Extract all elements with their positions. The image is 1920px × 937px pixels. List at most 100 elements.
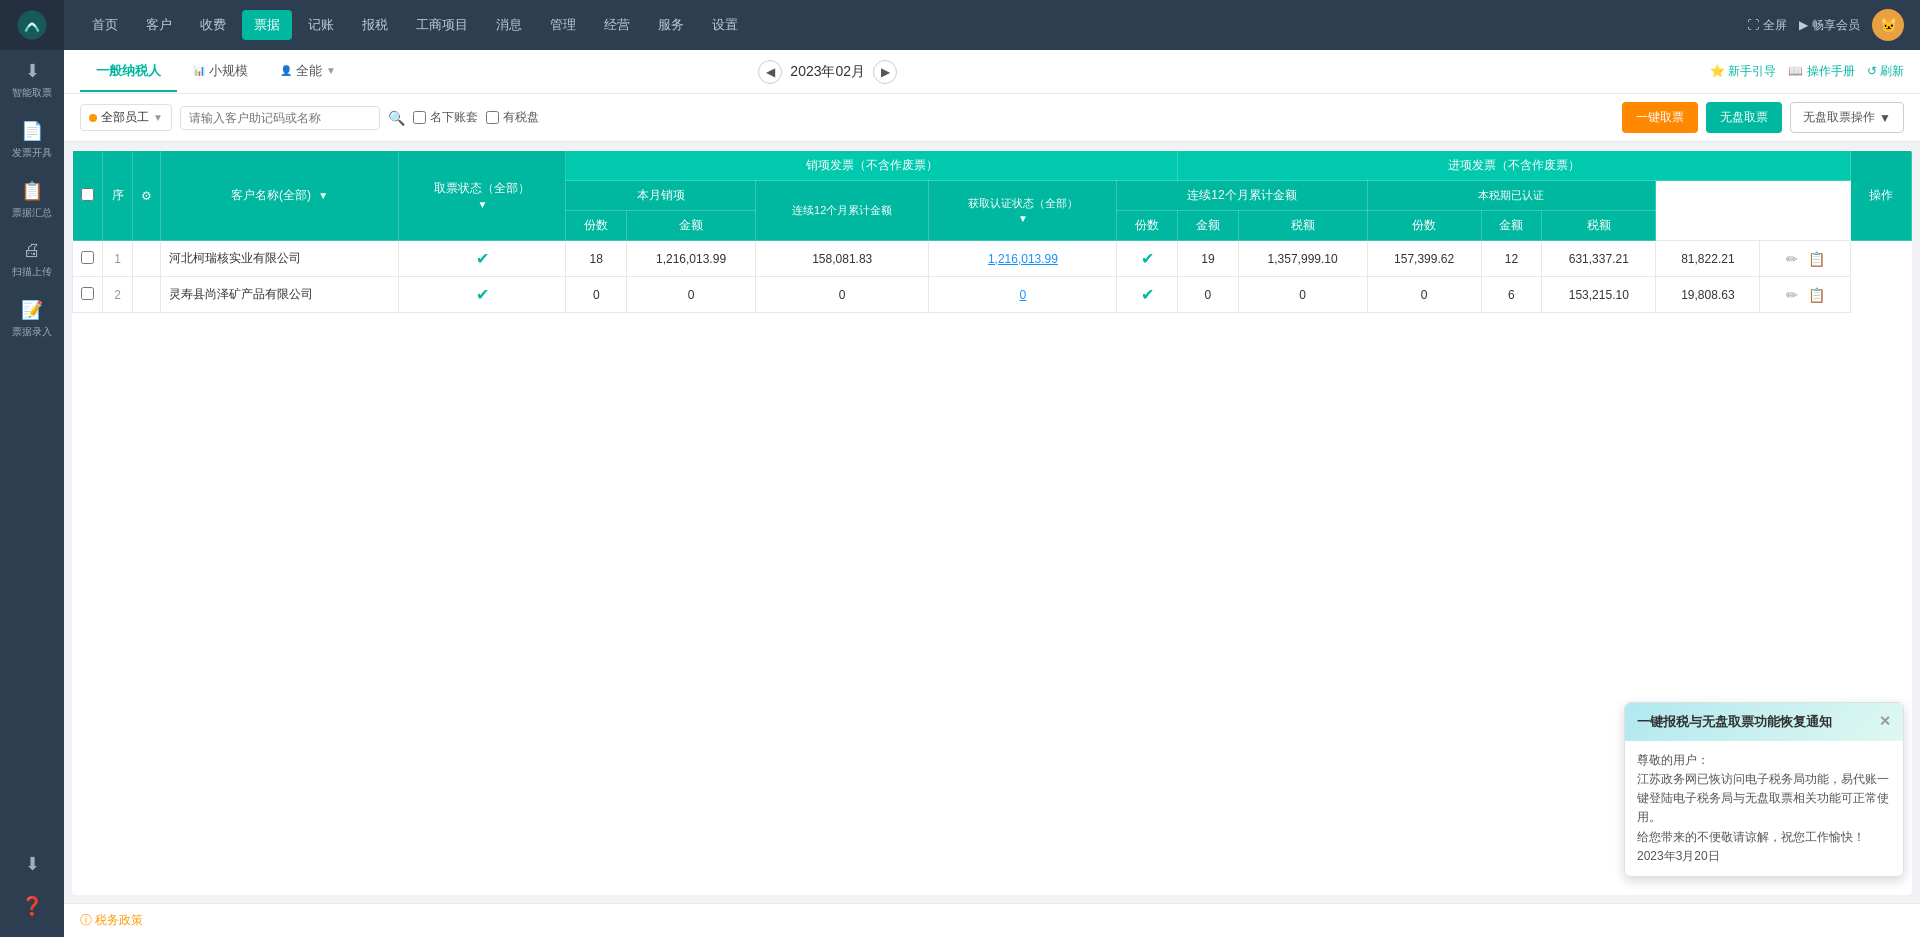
nav-settings[interactable]: 设置: [700, 10, 750, 40]
nav-operation[interactable]: 经营: [592, 10, 642, 40]
col-cert-status: 获取认证状态（全部） ▼: [929, 181, 1117, 241]
smart-fetch-icon: ⬇: [25, 60, 40, 82]
employee-label: 全部员工: [101, 109, 149, 126]
row-checkbox-1[interactable]: [81, 251, 94, 264]
nav-home[interactable]: 首页: [80, 10, 130, 40]
col-cumulative: 连续12个月累计金额: [755, 181, 929, 241]
period-navigator: ◀ 2023年02月 ▶: [758, 60, 897, 84]
prev-period-btn[interactable]: ◀: [758, 60, 782, 84]
row-cert-amount-2: 0: [1238, 277, 1367, 313]
col-group-sales: 销项发票（不含作废票）: [566, 151, 1178, 181]
row-customer-2: 灵寿县尚泽矿产品有限公司: [161, 277, 399, 313]
sidebar-item-help[interactable]: ❓: [0, 885, 64, 927]
col-uncert-amount: 金额: [1481, 211, 1542, 241]
view-btn-1[interactable]: 📋: [1808, 251, 1825, 267]
sidebar-item-download[interactable]: ⬇: [0, 843, 64, 885]
row-sales-amount-2: 0: [627, 277, 756, 313]
fullscreen-btn[interactable]: ⛶ 全屏: [1747, 17, 1787, 34]
row-no-1: 1: [103, 241, 133, 277]
scan-icon: 🖨: [23, 240, 41, 261]
nav-collection[interactable]: 收费: [188, 10, 238, 40]
cert-filter-icon[interactable]: ▼: [1018, 213, 1028, 224]
notification-header: 一键报税与无盘取票功能恢复通知 ✕: [1625, 703, 1903, 741]
nav-tax[interactable]: 报税: [350, 10, 400, 40]
subgroup-monthly-sales: 本月销项: [566, 181, 756, 211]
sidebar-item-invoice-open[interactable]: 📄 发票开具: [0, 110, 64, 170]
sidebar-item-invoice-summary[interactable]: 📋 票据汇总: [0, 170, 64, 230]
settings-icon: ⚙: [141, 189, 152, 203]
tax-checkbox[interactable]: [486, 111, 499, 124]
notification-popup: 一键报税与无盘取票功能恢复通知 ✕ 尊敬的用户： 江苏政务网已恢访问电子税务局功…: [1624, 702, 1904, 877]
row-actions-1: ✏ 📋: [1760, 241, 1851, 277]
next-period-btn[interactable]: ▶: [873, 60, 897, 84]
toolbar-right: 一键取票 无盘取票 无盘取票操作 ▼: [1622, 102, 1904, 133]
tab-all[interactable]: 👤 全能 ▼: [264, 52, 352, 92]
row-cumulative-1[interactable]: 1,216,013.99: [988, 252, 1058, 266]
nav-invoice[interactable]: 票据: [242, 10, 292, 40]
row-customer-1: 河北柯瑞核实业有限公司: [161, 241, 399, 277]
avatar[interactable]: 🐱: [1872, 9, 1904, 41]
tax-policy-link[interactable]: ⓘ 税务政策: [80, 913, 143, 927]
sidebar-item-invoice-entry[interactable]: 📝 票据录入: [0, 289, 64, 349]
nav-industry[interactable]: 工商项目: [404, 10, 480, 40]
account-checkbox-label[interactable]: 名下账套: [413, 109, 478, 126]
search-input[interactable]: [180, 106, 380, 130]
sidebar-item-smart-fetch[interactable]: ⬇ 智能取票: [0, 50, 64, 110]
employee-dot: [89, 114, 97, 122]
tab-general[interactable]: 一般纳税人: [80, 52, 177, 92]
notification-title: 一键报税与无盘取票功能恢复通知: [1637, 713, 1832, 731]
notification-text: 尊敬的用户： 江苏政务网已恢访问电子税务局功能，易代账一键登陆电子税务局与无盘取…: [1637, 753, 1889, 863]
manual-btn[interactable]: 📖 操作手册: [1788, 63, 1854, 80]
current-period: 2023年02月: [790, 63, 865, 81]
row-expand-2: [133, 277, 161, 313]
no-disk-btn[interactable]: 无盘取票: [1706, 102, 1782, 133]
logo: [0, 0, 64, 50]
invoice-entry-icon: 📝: [21, 299, 43, 321]
row-sales-tax-1: 158,081.83: [755, 241, 929, 277]
edit-btn-2[interactable]: ✏: [1786, 287, 1798, 303]
footer: ⓘ 税务政策: [64, 903, 1920, 937]
row-sales-tax-2: 0: [755, 277, 929, 313]
row-checkbox-2[interactable]: [81, 287, 94, 300]
nav-customer[interactable]: 客户: [134, 10, 184, 40]
invoice-table: 序 ⚙ 客户名称(全部) ▼ 取票状态（全部） ▼ 销项发票（不含作废票）: [72, 150, 1912, 313]
one-click-btn[interactable]: 一键取票: [1622, 102, 1698, 133]
nav-bookkeeping[interactable]: 记账: [296, 10, 346, 40]
nav-service[interactable]: 服务: [646, 10, 696, 40]
nav-manage[interactable]: 管理: [538, 10, 588, 40]
account-checkbox[interactable]: [413, 111, 426, 124]
tab-bar: 一般纳税人 📊 小规模 👤 全能 ▼ ◀ 2023年02月 ▶ ⭐ 新手引导: [64, 50, 1920, 94]
row-uncert-count-2: 6: [1481, 277, 1542, 313]
row-cert-amount-1: 1,357,999.10: [1238, 241, 1367, 277]
row-uncert-amount-1: 631,337.21: [1542, 241, 1656, 277]
row-cert-tax-1: 157,399.62: [1367, 241, 1481, 277]
nav-message[interactable]: 消息: [484, 10, 534, 40]
sidebar-item-scan-upload[interactable]: 🖨 扫描上传: [0, 230, 64, 289]
edit-btn-1[interactable]: ✏: [1786, 251, 1798, 267]
view-btn-2[interactable]: 📋: [1808, 287, 1825, 303]
refresh-btn[interactable]: ↺ 刷新: [1867, 63, 1904, 80]
col-settings[interactable]: ⚙: [133, 151, 161, 241]
new-guide-btn[interactable]: ⭐ 新手引导: [1710, 63, 1776, 80]
no-disk-ops-btn[interactable]: 无盘取票操作 ▼: [1790, 102, 1904, 133]
row-no-2: 2: [103, 277, 133, 313]
tab-small[interactable]: 📊 小规模: [177, 52, 264, 92]
row-expand-1: [133, 241, 161, 277]
filter-icon[interactable]: ▼: [318, 190, 328, 201]
subgroup-uncertified: 本税期已认证: [1367, 181, 1656, 211]
invoice-open-icon: 📄: [21, 120, 43, 142]
row-cumulative-2[interactable]: 0: [1020, 288, 1027, 302]
col-group-purchase: 进项发票（不含作废票）: [1178, 151, 1851, 181]
notification-close-btn[interactable]: ✕: [1879, 713, 1891, 729]
employee-select[interactable]: 全部员工 ▼: [80, 104, 172, 131]
download-icon: ⬇: [25, 853, 40, 875]
search-button[interactable]: 🔍: [388, 110, 405, 126]
tax-checkbox-label[interactable]: 有税盘: [486, 109, 539, 126]
member-btn[interactable]: ▶ 畅享会员: [1799, 17, 1860, 34]
select-all-checkbox[interactable]: [81, 188, 94, 201]
fetch-status-2: ✔: [476, 286, 489, 303]
top-nav: 首页 客户 收费 票据 记账 报税 工商项目 消息 管理 经营 服务 设置 ⛶ …: [64, 0, 1920, 50]
row-cert-count-1: 19: [1178, 241, 1239, 277]
fetch-filter-icon[interactable]: ▼: [477, 199, 487, 210]
fullscreen-icon: ⛶: [1747, 18, 1759, 32]
